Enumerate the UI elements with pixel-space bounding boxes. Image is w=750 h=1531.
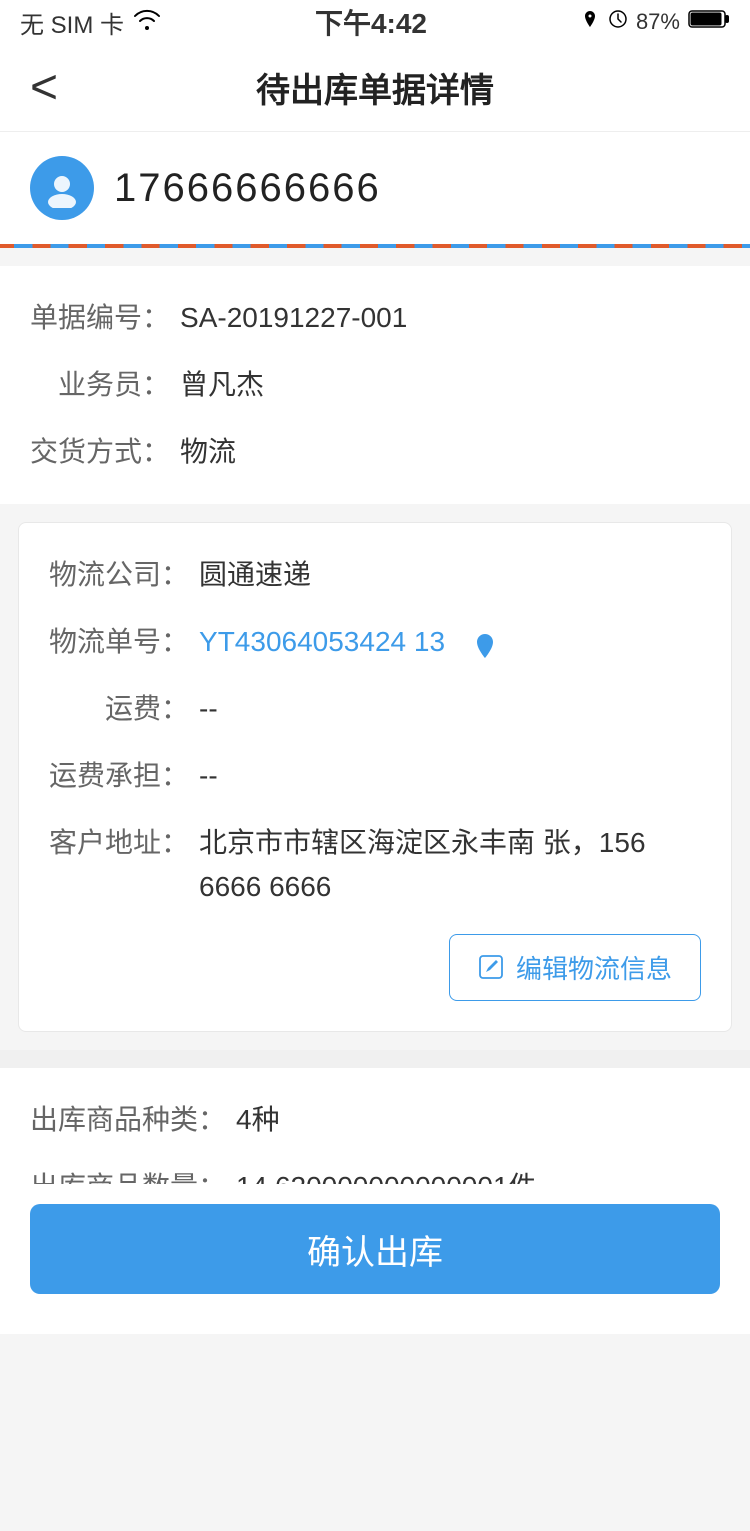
nav-bar: < 待出库单据详情: [0, 44, 750, 132]
salesman-label: 业务员：: [30, 363, 170, 408]
product-types-value: 4种: [236, 1098, 720, 1143]
delivery-label: 交货方式：: [30, 430, 170, 475]
logistics-company-row: 物流公司： 圆通速递: [49, 553, 701, 598]
freight-bear-label: 运费承担：: [49, 754, 189, 799]
bottom-space: [0, 1331, 750, 1531]
product-types-row: 出库商品种类： 4种: [30, 1098, 720, 1143]
delivery-value: 物流: [180, 430, 720, 475]
edit-icon: [478, 954, 506, 982]
logistics-company-value: 圆通速递: [199, 553, 701, 598]
clock-icon: [608, 9, 628, 35]
customer-phone: 17666666666: [114, 166, 381, 211]
avatar: [30, 156, 94, 220]
status-left: 无 SIM 卡: [20, 5, 162, 40]
doc-number-label: 单据编号：: [30, 296, 170, 341]
edit-logistics-button[interactable]: 编辑物流信息: [449, 934, 701, 1001]
address-value: 北京市市辖区海淀区永丰南 张，156 6666 6666: [199, 821, 701, 911]
doc-number-value: SA-20191227-001: [180, 296, 720, 341]
customer-header: 17666666666: [0, 132, 750, 248]
status-right: 87%: [580, 9, 730, 35]
address-row: 客户地址： 北京市市辖区海淀区永丰南 张，156 6666 6666: [49, 821, 701, 911]
sim-label: 无 SIM 卡: [20, 5, 124, 40]
logistics-company-label: 物流公司：: [49, 553, 189, 598]
gray-separator: [0, 1050, 750, 1068]
confirm-btn-label: 确认出库: [307, 1225, 443, 1274]
freight-label: 运费：: [49, 687, 189, 732]
delivery-row: 交货方式： 物流: [30, 430, 720, 475]
edit-logistics-btn-row: 编辑物流信息: [49, 934, 701, 1001]
status-time: 下午4:42: [315, 2, 427, 42]
product-types-label: 出库商品种类：: [30, 1098, 226, 1143]
back-button[interactable]: <: [30, 64, 58, 112]
freight-row: 运费： --: [49, 687, 701, 732]
battery-label: 87%: [636, 9, 680, 35]
tracking-label: 物流单号：: [49, 620, 189, 665]
freight-value: --: [199, 687, 701, 732]
document-info-section: 单据编号： SA-20191227-001 业务员： 曾凡杰 交货方式： 物流: [0, 266, 750, 504]
confirm-btn-wrap: 确认出库: [0, 1184, 750, 1334]
freight-bear-row: 运费承担： --: [49, 754, 701, 799]
page-title: 待出库单据详情: [256, 63, 494, 112]
battery-icon: [688, 9, 730, 35]
tracking-row: 物流单号： YT43064053424 13: [49, 620, 701, 665]
tracking-value: YT43064053424 13: [199, 620, 701, 665]
address-label: 客户地址：: [49, 821, 189, 866]
salesman-row: 业务员： 曾凡杰: [30, 363, 720, 408]
status-bar: 无 SIM 卡 下午4:42 87%: [0, 0, 750, 44]
edit-logistics-label: 编辑物流信息: [516, 949, 672, 986]
location-icon: [580, 9, 600, 35]
confirm-outbound-button[interactable]: 确认出库: [30, 1204, 720, 1294]
salesman-value: 曾凡杰: [180, 363, 720, 408]
wifi-icon: [132, 8, 162, 36]
logistics-section: 物流公司： 圆通速递 物流单号： YT43064053424 13 运费： --…: [18, 522, 732, 1032]
doc-number-row: 单据编号： SA-20191227-001: [30, 296, 720, 341]
freight-bear-value: --: [199, 754, 701, 799]
location-track-icon[interactable]: [467, 626, 503, 662]
